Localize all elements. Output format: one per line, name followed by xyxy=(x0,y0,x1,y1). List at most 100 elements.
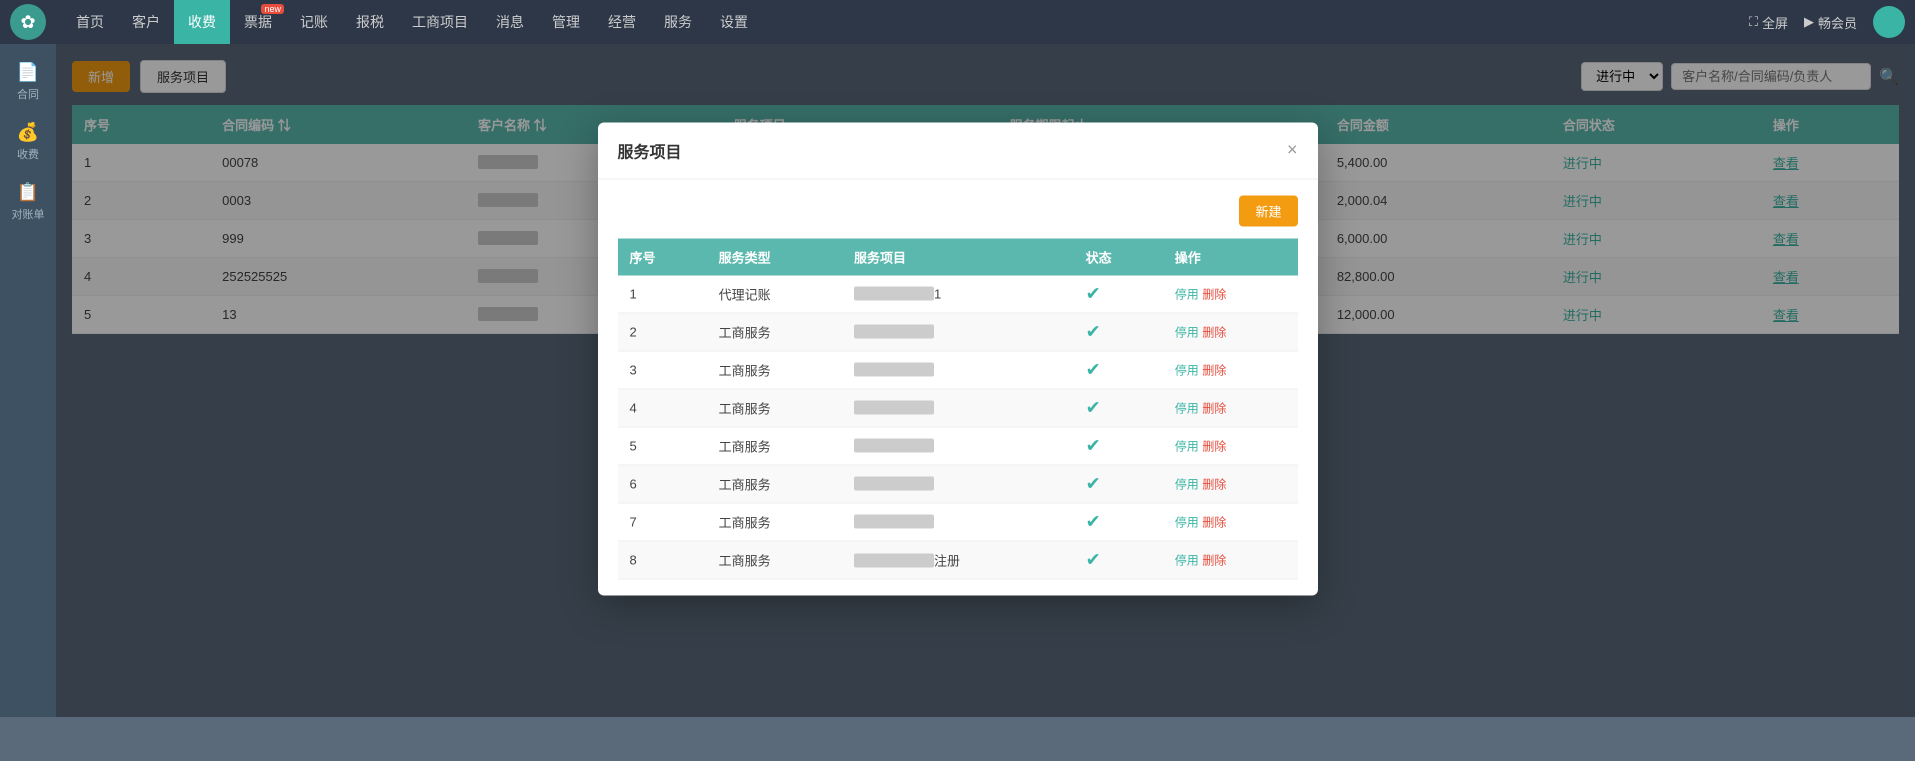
active-icon: ✔ xyxy=(1086,397,1101,417)
modal-col-item: 服务项目 xyxy=(842,238,1074,275)
modal-toolbar: 新建 xyxy=(618,195,1298,226)
modal-cell-action[interactable]: 停用 删除 xyxy=(1163,503,1298,541)
delete-button[interactable]: 删除 xyxy=(1202,551,1226,568)
stop-button[interactable]: 停用 xyxy=(1175,285,1199,302)
modal-cell-action[interactable]: 停用 删除 xyxy=(1163,465,1298,503)
service-modal: 服务项目 × 新建 序号 服务类型 服务项目 状态 操作 1 代理记账 1 xyxy=(598,122,1318,595)
sidebar-item-charge[interactable]: 💰 收费 xyxy=(0,114,56,170)
member-button[interactable]: ▶ 畅会员 xyxy=(1804,13,1857,32)
modal-cell-type: 工商服务 xyxy=(707,389,842,427)
modal-cell-action[interactable]: 停用 删除 xyxy=(1163,351,1298,389)
fullscreen-button[interactable]: ⛶ 全屏 xyxy=(1749,13,1788,32)
modal-cell-action[interactable]: 停用 删除 xyxy=(1163,389,1298,427)
blurred-item xyxy=(854,286,934,300)
delete-button[interactable]: 删除 xyxy=(1202,437,1226,454)
blurred-item xyxy=(854,514,934,528)
modal-cell-status: ✔ xyxy=(1074,427,1163,465)
stop-button[interactable]: 停用 xyxy=(1175,323,1199,340)
modal-table-wrap: 序号 服务类型 服务项目 状态 操作 1 代理记账 1 ✔ 停用 删除 2 工商… xyxy=(618,238,1298,579)
left-sidebar: 📄 合同 💰 收费 📋 对账单 xyxy=(0,44,56,717)
modal-cell-item xyxy=(842,465,1074,503)
modal-cell-status: ✔ xyxy=(1074,351,1163,389)
modal-cell-status: ✔ xyxy=(1074,275,1163,313)
top-navigation: ✿ 首页 客户 收费 票据 new 记账 报税 工商项目 消息 管理 经营 服务… xyxy=(0,0,1915,44)
modal-cell-type: 工商服务 xyxy=(707,427,842,465)
nav-bizproject[interactable]: 工商项目 xyxy=(398,0,482,44)
active-icon: ✔ xyxy=(1086,359,1101,379)
blurred-item xyxy=(854,476,934,490)
nav-customer[interactable]: 客户 xyxy=(118,0,174,44)
modal-cell-index: 7 xyxy=(618,503,707,541)
modal-cell-type: 工商服务 xyxy=(707,313,842,351)
modal-cell-status: ✔ xyxy=(1074,389,1163,427)
nav-settings[interactable]: 设置 xyxy=(706,0,762,44)
nav-charge[interactable]: 收费 xyxy=(174,0,230,44)
stop-button[interactable]: 停用 xyxy=(1175,551,1199,568)
modal-cell-status: ✔ xyxy=(1074,465,1163,503)
delete-button[interactable]: 删除 xyxy=(1202,475,1226,492)
sidebar-item-statement[interactable]: 📋 对账单 xyxy=(0,174,56,230)
modal-cell-index: 1 xyxy=(618,275,707,313)
nav-message[interactable]: 消息 xyxy=(482,0,538,44)
user-avatar[interactable] xyxy=(1873,6,1905,38)
modal-cell-type: 工商服务 xyxy=(707,503,842,541)
contract-icon: 📄 xyxy=(17,62,39,83)
blurred-item xyxy=(854,324,934,338)
modal-close-button[interactable]: × xyxy=(1287,140,1298,161)
modal-body: 新建 序号 服务类型 服务项目 状态 操作 1 代理记账 1 ✔ 停用 删除 xyxy=(598,179,1318,595)
modal-cell-item xyxy=(842,427,1074,465)
modal-cell-item xyxy=(842,503,1074,541)
charge-icon: 💰 xyxy=(17,122,39,143)
modal-cell-action[interactable]: 停用 删除 xyxy=(1163,275,1298,313)
modal-new-button[interactable]: 新建 xyxy=(1239,195,1297,226)
nav-home[interactable]: 首页 xyxy=(62,0,118,44)
nav-invoice[interactable]: 票据 new xyxy=(230,0,286,44)
modal-cell-item xyxy=(842,313,1074,351)
nav-operation[interactable]: 经营 xyxy=(594,0,650,44)
modal-cell-status: ✔ xyxy=(1074,503,1163,541)
modal-table-row: 5 工商服务 ✔ 停用 删除 xyxy=(618,427,1298,465)
active-icon: ✔ xyxy=(1086,549,1101,569)
modal-cell-status: ✔ xyxy=(1074,313,1163,351)
modal-cell-item: 1 xyxy=(842,275,1074,313)
stop-button[interactable]: 停用 xyxy=(1175,513,1199,530)
modal-cell-type: 工商服务 xyxy=(707,351,842,389)
stop-button[interactable]: 停用 xyxy=(1175,361,1199,378)
blurred-item xyxy=(854,438,934,452)
modal-cell-action[interactable]: 停用 删除 xyxy=(1163,541,1298,579)
modal-cell-item xyxy=(842,389,1074,427)
fullscreen-icon: ⛶ xyxy=(1749,14,1758,30)
active-icon: ✔ xyxy=(1086,283,1101,303)
modal-table-row: 2 工商服务 ✔ 停用 删除 xyxy=(618,313,1298,351)
delete-button[interactable]: 删除 xyxy=(1202,285,1226,302)
blurred-item xyxy=(854,362,934,376)
modal-cell-action[interactable]: 停用 删除 xyxy=(1163,427,1298,465)
delete-button[interactable]: 删除 xyxy=(1202,323,1226,340)
delete-button[interactable]: 删除 xyxy=(1202,513,1226,530)
modal-cell-status: ✔ xyxy=(1074,541,1163,579)
modal-cell-action[interactable]: 停用 删除 xyxy=(1163,313,1298,351)
nav-tax[interactable]: 报税 xyxy=(342,0,398,44)
nav-bookkeeping[interactable]: 记账 xyxy=(286,0,342,44)
modal-cell-index: 4 xyxy=(618,389,707,427)
nav-service[interactable]: 服务 xyxy=(650,0,706,44)
stop-button[interactable]: 停用 xyxy=(1175,399,1199,416)
stop-button[interactable]: 停用 xyxy=(1175,437,1199,454)
modal-table-row: 1 代理记账 1 ✔ 停用 删除 xyxy=(618,275,1298,313)
nav-manage[interactable]: 管理 xyxy=(538,0,594,44)
modal-col-action: 操作 xyxy=(1163,238,1298,275)
modal-header: 服务项目 × xyxy=(598,122,1318,179)
active-icon: ✔ xyxy=(1086,511,1101,531)
delete-button[interactable]: 删除 xyxy=(1202,399,1226,416)
member-icon: ▶ xyxy=(1804,14,1814,30)
delete-button[interactable]: 删除 xyxy=(1202,361,1226,378)
blurred-item xyxy=(854,400,934,414)
sidebar-item-contract[interactable]: 📄 合同 xyxy=(0,54,56,110)
modal-cell-type: 代理记账 xyxy=(707,275,842,313)
modal-table-row: 3 工商服务 ✔ 停用 删除 xyxy=(618,351,1298,389)
modal-cell-index: 2 xyxy=(618,313,707,351)
stop-button[interactable]: 停用 xyxy=(1175,475,1199,492)
modal-cell-index: 6 xyxy=(618,465,707,503)
modal-cell-item xyxy=(842,351,1074,389)
modal-col-index: 序号 xyxy=(618,238,707,275)
